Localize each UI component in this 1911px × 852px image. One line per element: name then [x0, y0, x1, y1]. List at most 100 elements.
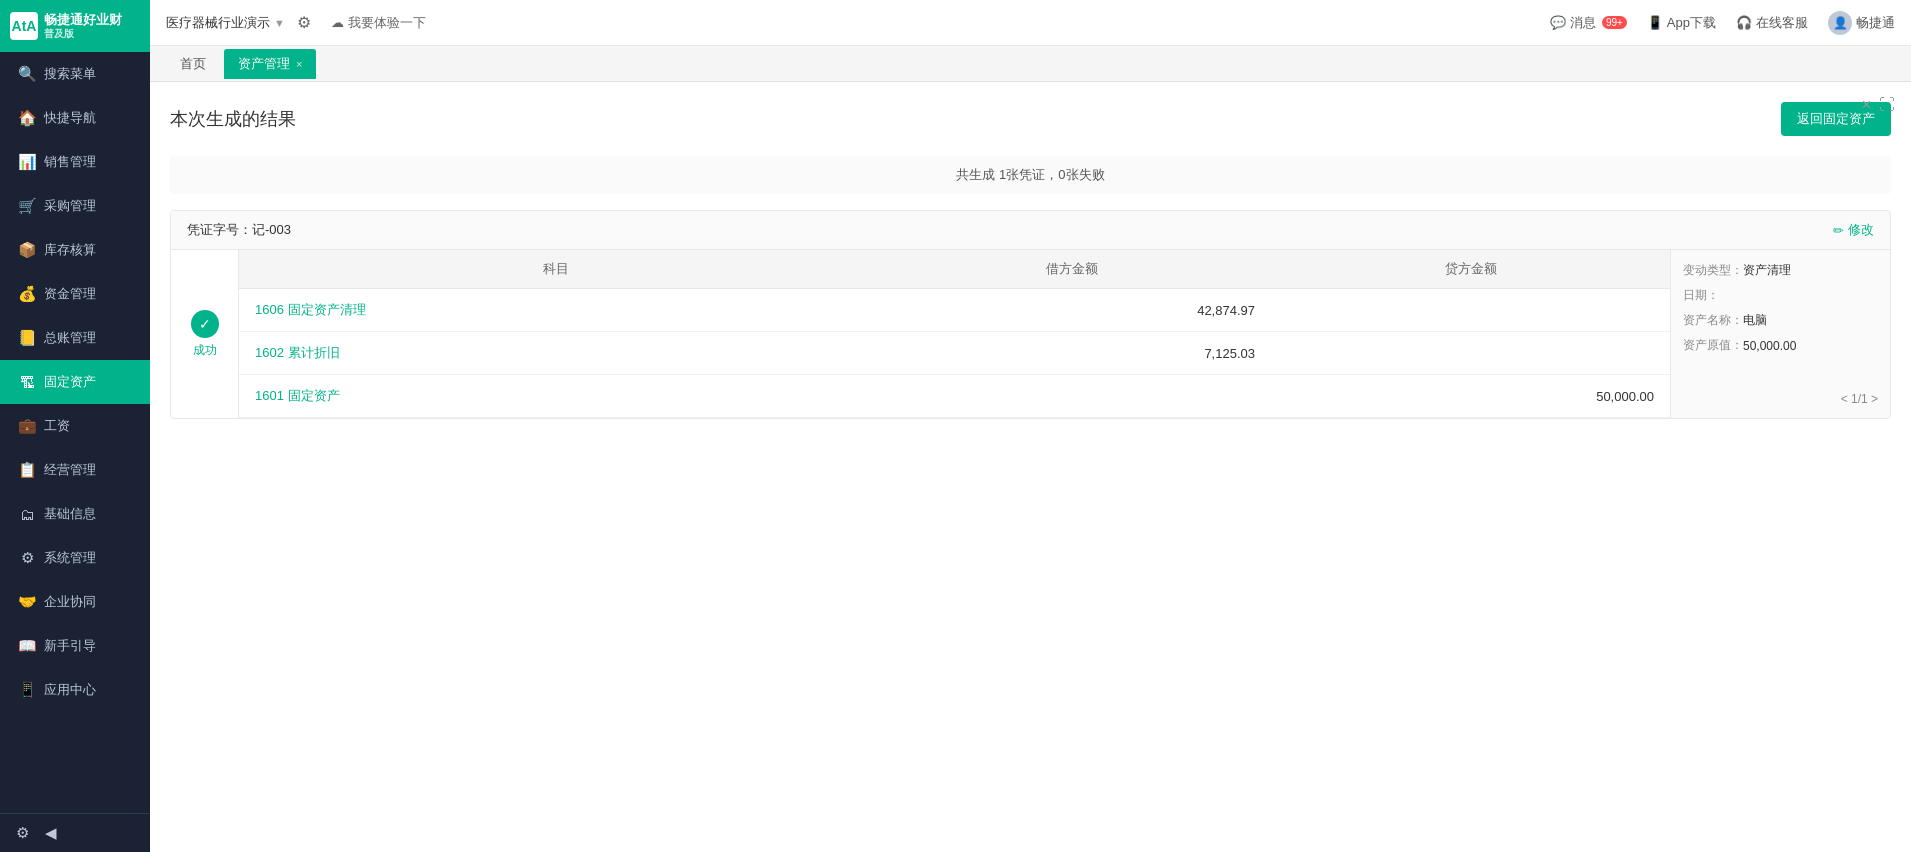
content-topright: × ⛶: [1862, 96, 1895, 114]
subject-1602: 1602 累计折旧: [239, 332, 872, 375]
credit-1602: [1271, 332, 1670, 375]
sidebar-item-fixed-assets[interactable]: 🏗 固定资产: [0, 360, 150, 404]
tab-close-icon[interactable]: ×: [296, 58, 302, 70]
edit-icon: ✏: [1833, 223, 1844, 238]
sidebar-item-payroll[interactable]: 💼 工资: [0, 404, 150, 448]
company-selector[interactable]: 医疗器械行业演示 ▼: [166, 14, 285, 32]
voucher-header: 凭证字号：记-003 ✏ 修改: [171, 211, 1890, 250]
change-type-value: 资产清理: [1743, 262, 1791, 279]
sidebar-item-label: 资金管理: [44, 285, 96, 303]
sidebar-item-purchase[interactable]: 🛒 采购管理: [0, 184, 150, 228]
topbar-left: 医疗器械行业演示 ▼ ⚙ ☁ 我要体验一下: [166, 13, 1540, 32]
original-value-value: 50,000.00: [1743, 339, 1796, 353]
user-area[interactable]: 👤 畅捷通: [1828, 11, 1895, 35]
app-name: 畅捷通好业财: [44, 12, 122, 28]
sidebar-item-system[interactable]: ⚙ 系统管理: [0, 536, 150, 580]
topbar-settings-icon[interactable]: ⚙: [297, 13, 311, 32]
debit-1601: [872, 375, 1271, 418]
clipboard-icon: 📋: [18, 461, 36, 479]
sidebar-item-label: 销售管理: [44, 153, 96, 171]
sidebar-item-ledger[interactable]: 📒 总账管理: [0, 316, 150, 360]
app-download-button[interactable]: 📱 App下载: [1647, 14, 1716, 32]
sidebar-item-guide[interactable]: 📖 新手引导: [0, 624, 150, 668]
chart-icon: 📊: [18, 153, 36, 171]
credit-1606: [1271, 289, 1670, 332]
search-icon: 🔍: [18, 65, 36, 83]
table-row: 1602 累计折旧 7,125.03: [239, 332, 1670, 375]
pagination-text: < 1/1 >: [1841, 392, 1878, 406]
sidebar-footer: ⚙ ◀: [0, 813, 150, 852]
topbar-right: 💬 消息 99+ 📱 App下载 🎧 在线客服 👤 畅捷通: [1550, 11, 1895, 35]
message-button[interactable]: 💬 消息 99+: [1550, 14, 1627, 32]
tab-asset-mgmt[interactable]: 资产管理 ×: [224, 49, 316, 79]
mobile-icon: 📱: [18, 681, 36, 699]
settings-footer-icon[interactable]: ⚙: [16, 824, 29, 842]
change-type-label: 变动类型：: [1683, 262, 1743, 279]
tab-home-label: 首页: [180, 55, 206, 73]
sidebar-item-label: 库存核算: [44, 241, 96, 259]
company-name: 医疗器械行业演示: [166, 14, 270, 32]
username: 畅捷通: [1856, 14, 1895, 32]
voucher-block: 凭证字号：记-003 ✏ 修改 ✓ 成功: [170, 210, 1891, 419]
sidebar-item-operations[interactable]: 📋 经营管理: [0, 448, 150, 492]
sidebar: AtA 畅捷通好业财 普及版 🔍 搜索菜单 🏠 快捷导航 📊 销售管理 🛒 采购…: [0, 0, 150, 852]
original-value-label: 资产原值：: [1683, 337, 1743, 354]
box-icon: 📦: [18, 241, 36, 259]
sidebar-item-label: 基础信息: [44, 505, 96, 523]
side-info-pagination[interactable]: < 1/1 >: [1683, 392, 1878, 406]
sidebar-item-app-center[interactable]: 📱 应用中心: [0, 668, 150, 712]
sidebar-item-label: 固定资产: [44, 373, 96, 391]
online-service-label: 在线客服: [1756, 14, 1808, 32]
debit-1606: 42,874.97: [872, 289, 1271, 332]
avatar: 👤: [1828, 11, 1852, 35]
experience-label: 我要体验一下: [348, 14, 426, 32]
expand-icon[interactable]: ⛶: [1879, 96, 1895, 114]
cloud-icon: ☁: [331, 15, 344, 30]
app-download-label: App下载: [1667, 14, 1716, 32]
original-value-row: 资产原值： 50,000.00: [1683, 337, 1878, 354]
dropdown-arrow-icon: ▼: [274, 17, 285, 29]
close-panel-icon[interactable]: ×: [1862, 96, 1871, 114]
nav-tabs: 首页 资产管理 ×: [150, 46, 1911, 82]
side-info-panel: 变动类型： 资产清理 日期： 资产名称： 电脑 资产原值： 50,000.00: [1670, 250, 1890, 418]
sidebar-item-capital[interactable]: 💰 资金管理: [0, 272, 150, 316]
col-header-debit: 借方金额: [872, 250, 1271, 289]
sidebar-item-inventory[interactable]: 📦 库存核算: [0, 228, 150, 272]
collapse-icon[interactable]: ◀: [45, 824, 57, 842]
message-icon: 💬: [1550, 15, 1566, 30]
online-service-button[interactable]: 🎧 在线客服: [1736, 14, 1808, 32]
experience-button[interactable]: ☁ 我要体验一下: [331, 14, 426, 32]
sidebar-item-basic-info[interactable]: 🗂 基础信息: [0, 492, 150, 536]
tab-home[interactable]: 首页: [166, 49, 220, 79]
handshake-icon: 🤝: [18, 593, 36, 611]
col-header-subject: 科目: [239, 250, 872, 289]
sidebar-nav: 🔍 搜索菜单 🏠 快捷导航 📊 销售管理 🛒 采购管理 📦 库存核算 💰 资金管…: [0, 52, 150, 813]
tab-asset-mgmt-label: 资产管理: [238, 55, 290, 73]
voucher-number: 凭证字号：记-003: [187, 221, 291, 239]
voucher-rows: ✓ 成功 科目 借方金额 贷方金额: [171, 250, 1890, 418]
topbar: 医疗器械行业演示 ▼ ⚙ ☁ 我要体验一下 💬 消息 99+ 📱 App下载 🎧…: [150, 0, 1911, 46]
folder-icon: 🗂: [18, 506, 36, 523]
sidebar-item-sales[interactable]: 📊 销售管理: [0, 140, 150, 184]
voucher-table: 科目 借方金额 贷方金额 1606 固定资产清理 42,874.97: [239, 250, 1670, 418]
sidebar-item-enterprise[interactable]: 🤝 企业协同: [0, 580, 150, 624]
credit-1601: 50,000.00: [1271, 375, 1670, 418]
table-row: 1601 固定资产 50,000.00: [239, 375, 1670, 418]
ledger-icon: 📒: [18, 329, 36, 347]
col-header-credit: 贷方金额: [1271, 250, 1670, 289]
success-label: 成功: [193, 342, 217, 359]
sidebar-item-quick-nav[interactable]: 🏠 快捷导航: [0, 96, 150, 140]
gear-icon: ⚙: [18, 549, 36, 567]
subject-1606: 1606 固定资产清理: [239, 289, 872, 332]
asset-name-label: 资产名称：: [1683, 312, 1743, 329]
sidebar-item-label: 采购管理: [44, 197, 96, 215]
app-download-icon: 📱: [1647, 15, 1663, 30]
edit-voucher-button[interactable]: ✏ 修改: [1833, 221, 1874, 239]
main-area: 医疗器械行业演示 ▼ ⚙ ☁ 我要体验一下 💬 消息 99+ 📱 App下载 🎧…: [150, 0, 1911, 852]
message-badge: 99+: [1602, 16, 1627, 29]
sidebar-item-label: 经营管理: [44, 461, 96, 479]
logo-icon: AtA: [10, 12, 38, 40]
sidebar-item-label: 应用中心: [44, 681, 96, 699]
briefcase-icon: 💼: [18, 417, 36, 435]
sidebar-item-search[interactable]: 🔍 搜索菜单: [0, 52, 150, 96]
